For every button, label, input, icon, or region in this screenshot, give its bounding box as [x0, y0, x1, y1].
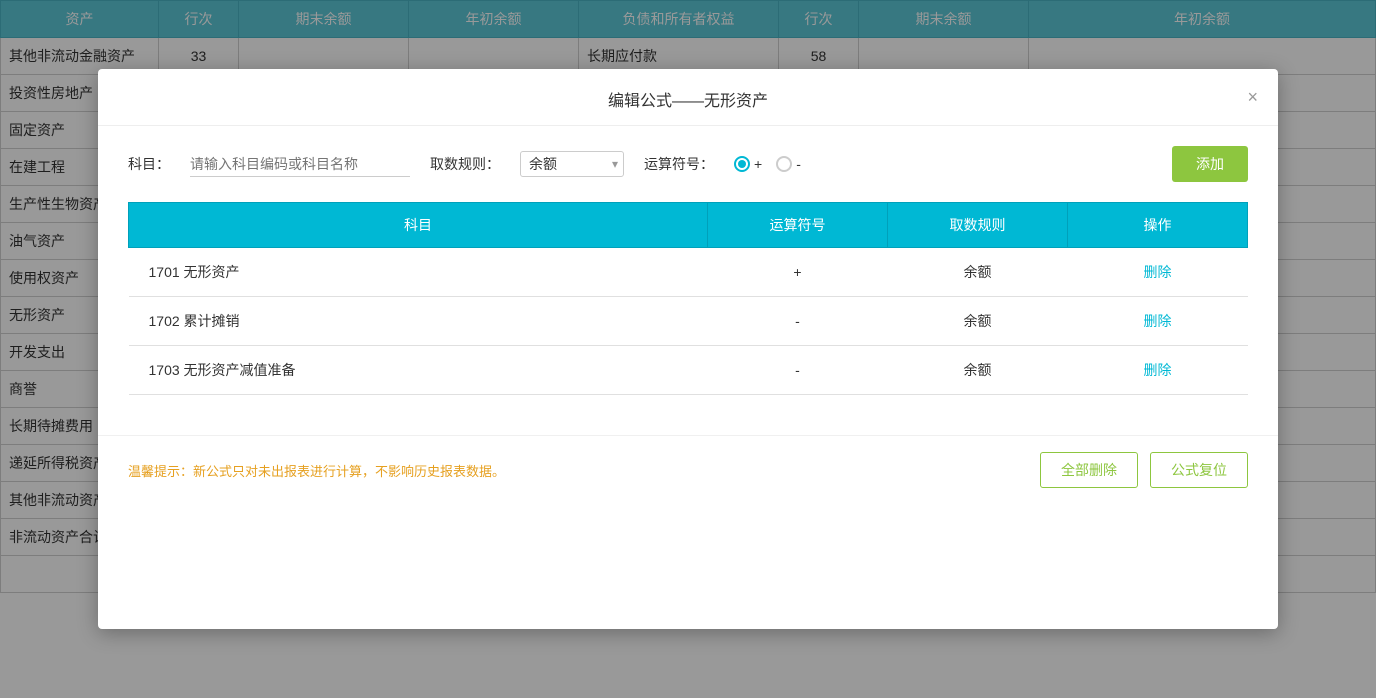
- formula-subject: 1703 无形资产减值准备: [129, 346, 708, 395]
- modal-dialog: 编辑公式——无形资产 × 科目： 取数规则： 余额 借方发生额 贷方发生额 运算…: [98, 69, 1278, 629]
- formula-subject: 1701 无形资产: [129, 248, 708, 297]
- formula-rule: 余额: [888, 297, 1068, 346]
- th-rule: 取数规则: [888, 203, 1068, 248]
- radio-minus-circle: [776, 156, 792, 172]
- formula-row: 1703 无形资产减值准备 - 余额 删除: [129, 346, 1248, 395]
- th-subject: 科目: [129, 203, 708, 248]
- operator-plus-label: +: [754, 156, 762, 172]
- formula-row: 1702 累计摊销 - 余额 删除: [129, 297, 1248, 346]
- formula-row: 1701 无形资产 + 余额 删除: [129, 248, 1248, 297]
- formula-subject: 1702 累计摊销: [129, 297, 708, 346]
- modal-title: 编辑公式——无形资产: [608, 87, 768, 111]
- radio-plus-circle: [734, 156, 750, 172]
- form-row: 科目： 取数规则： 余额 借方发生额 贷方发生额 运算符号： + -: [128, 146, 1248, 182]
- th-action: 操作: [1068, 203, 1248, 248]
- formula-rule: 余额: [888, 346, 1068, 395]
- subject-label: 科目：: [128, 154, 170, 174]
- formula-operator: -: [708, 297, 888, 346]
- delete-link[interactable]: 删除: [1144, 313, 1172, 329]
- operator-minus-label: -: [796, 156, 801, 172]
- formula-operator: +: [708, 248, 888, 297]
- formula-table: 科目 运算符号 取数规则 操作 1701 无形资产 + 余额 删除 1702 累…: [128, 202, 1248, 395]
- delete-link[interactable]: 删除: [1144, 362, 1172, 378]
- modal-footer: 温馨提示：新公式只对未出报表进行计算，不影响历史报表数据。 全部删除 公式复位: [98, 435, 1278, 508]
- formula-operator: -: [708, 346, 888, 395]
- delete-all-button[interactable]: 全部删除: [1040, 452, 1138, 488]
- operator-plus-radio[interactable]: +: [734, 156, 762, 172]
- close-button[interactable]: ×: [1247, 88, 1258, 106]
- operator-label: 运算符号：: [644, 154, 714, 174]
- modal-body: 科目： 取数规则： 余额 借方发生额 贷方发生额 运算符号： + -: [98, 126, 1278, 435]
- formula-rule: 余额: [888, 248, 1068, 297]
- operator-radio-group: + -: [734, 156, 801, 172]
- delete-link[interactable]: 删除: [1144, 264, 1172, 280]
- modal-header: 编辑公式——无形资产 ×: [98, 69, 1278, 126]
- add-button[interactable]: 添加: [1172, 146, 1248, 182]
- formula-action: 删除: [1068, 248, 1248, 297]
- formula-action: 删除: [1068, 297, 1248, 346]
- footer-buttons: 全部删除 公式复位: [1040, 452, 1248, 488]
- formula-action: 删除: [1068, 346, 1248, 395]
- rule-select[interactable]: 余额 借方发生额 贷方发生额: [520, 151, 624, 177]
- footer-tip: 温馨提示：新公式只对未出报表进行计算，不影响历史报表数据。: [128, 461, 505, 480]
- th-operator: 运算符号: [708, 203, 888, 248]
- operator-minus-radio[interactable]: -: [776, 156, 801, 172]
- subject-input[interactable]: [190, 152, 410, 177]
- reset-formula-button[interactable]: 公式复位: [1150, 452, 1248, 488]
- rule-select-wrapper: 余额 借方发生额 贷方发生额: [520, 151, 624, 177]
- table-header-row: 科目 运算符号 取数规则 操作: [129, 203, 1248, 248]
- rule-label: 取数规则：: [430, 154, 500, 174]
